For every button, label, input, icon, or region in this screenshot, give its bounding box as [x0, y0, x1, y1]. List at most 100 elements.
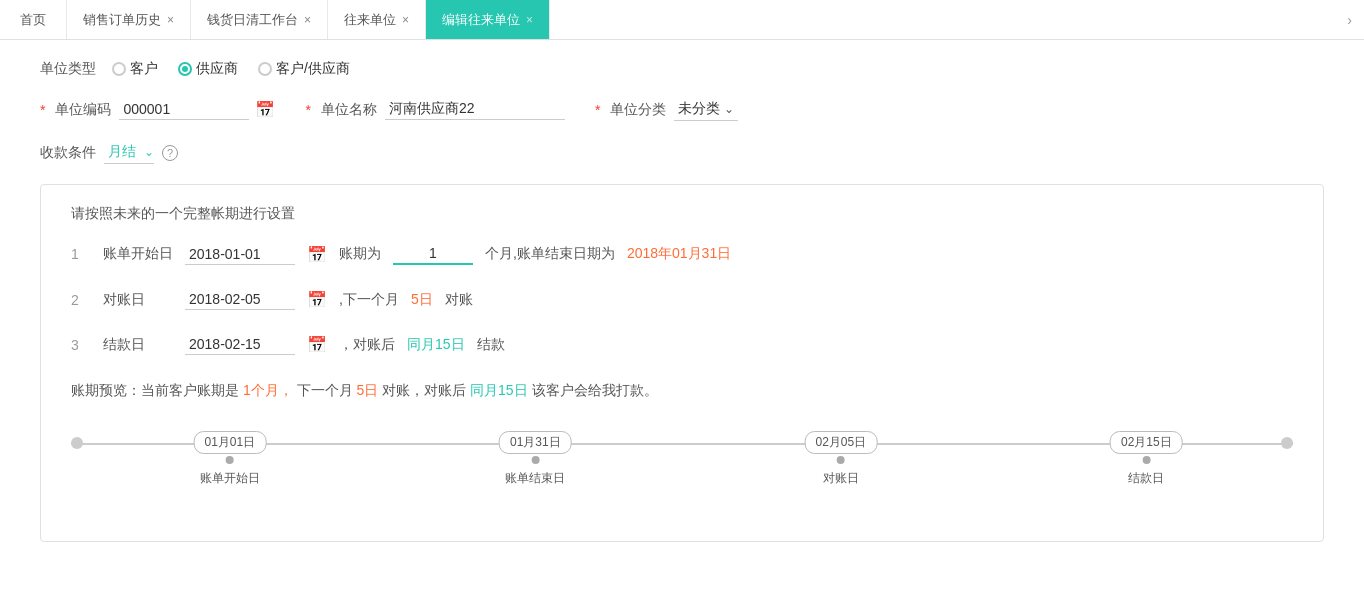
- tab-partner[interactable]: 往来单位 ×: [328, 0, 426, 39]
- timeline-node-2-dot: [531, 456, 539, 464]
- preview-h3: 同月15日: [470, 382, 528, 398]
- timeline-node-1-bubble: 01月01日: [194, 431, 267, 454]
- row-2-date-input[interactable]: [185, 289, 295, 310]
- payment-dropdown-icon: ⌄: [144, 145, 154, 159]
- row-2-text2: 对账: [445, 291, 473, 309]
- payment-label: 收款条件: [40, 144, 96, 162]
- timeline-node-2-bubble: 01月31日: [499, 431, 572, 454]
- timeline-node-3: 02月05日 对账日: [805, 431, 878, 487]
- timeline-node-3-bubble: 02月05日: [805, 431, 878, 454]
- tab-partner-close[interactable]: ×: [402, 13, 409, 27]
- unit-class-value: 未分类: [678, 100, 720, 118]
- row-1-label: 账单开始日: [103, 245, 173, 263]
- row-2-day: 5日: [411, 291, 433, 309]
- payment-row: 收款条件 月结 ⌄ ?: [40, 141, 1324, 164]
- tab-home-label: 首页: [20, 11, 46, 29]
- timeline-node-4-label: 结款日: [1128, 470, 1164, 487]
- main-content: 单位类型 客户 供应商 客户/供应商 * 单位编码 📅: [0, 40, 1364, 608]
- row-1-end-date: 2018年01月31日: [627, 245, 731, 263]
- row-2-label: 对账日: [103, 291, 173, 309]
- tab-sales-history[interactable]: 销售订单历史 ×: [67, 0, 191, 39]
- row-3-date-input[interactable]: [185, 334, 295, 355]
- unit-class-required: *: [595, 102, 600, 118]
- timeline-node-4: 02月15日 结款日: [1110, 431, 1183, 487]
- row-3-label: 结款日: [103, 336, 173, 354]
- tab-home[interactable]: 首页: [0, 0, 67, 39]
- radio-customer-label: 客户: [130, 60, 158, 78]
- row-1-num: 1: [71, 246, 91, 262]
- timeline-dot-start: [71, 437, 83, 449]
- preview-section: 账期预览：当前客户账期是 1个月， 下一个月 5日 对账，对账后 同月15日 该…: [71, 379, 1293, 401]
- timeline-node-1-dot: [226, 456, 234, 464]
- radio-customer[interactable]: 客户: [112, 60, 158, 78]
- timeline-node-2-label: 账单结束日: [505, 470, 565, 487]
- preview-text2: 下一个月: [297, 382, 353, 398]
- unit-name-label: 单位名称: [321, 101, 377, 119]
- row-3-text1: ，对账后: [339, 336, 395, 354]
- row-3-day: 同月15日: [407, 336, 465, 354]
- row-1-date-input[interactable]: [185, 244, 295, 265]
- radio-supplier-circle: [178, 62, 192, 76]
- tab-edit-partner-close[interactable]: ×: [526, 13, 533, 27]
- preview-h2: 5日: [356, 382, 378, 398]
- unit-code-calendar-icon[interactable]: 📅: [255, 100, 275, 119]
- radio-both-label: 客户/供应商: [276, 60, 350, 78]
- preview-label: 账期预览：当前客户账期是: [71, 382, 239, 398]
- timeline-node-3-label: 对账日: [823, 470, 859, 487]
- row-2-calendar-icon[interactable]: 📅: [307, 290, 327, 309]
- row-3-text2: 结款: [477, 336, 505, 354]
- tab-bar: 首页 销售订单历史 × 钱货日清工作台 × 往来单位 × 编辑往来单位 × ›: [0, 0, 1364, 40]
- unit-class-label: 单位分类: [610, 101, 666, 119]
- timeline-node-3-dot: [837, 456, 845, 464]
- tab-cashflow[interactable]: 钱货日清工作台 ×: [191, 0, 328, 39]
- tab-scroll-arrow[interactable]: ›: [1335, 0, 1364, 39]
- timeline-node-4-bubble: 02月15日: [1110, 431, 1183, 454]
- unit-type-row: 单位类型 客户 供应商 客户/供应商: [40, 60, 1324, 78]
- radio-customer-circle: [112, 62, 126, 76]
- setting-row-2: 2 对账日 📅 ,下一个月 5日 对账: [71, 289, 1293, 310]
- unit-code-input[interactable]: [119, 99, 249, 120]
- unit-code-label: 单位编码: [55, 101, 111, 119]
- unit-name-required: *: [305, 102, 310, 118]
- unit-code-field: 📅: [119, 99, 275, 120]
- unit-code-required: *: [40, 102, 45, 118]
- tab-sales-history-close[interactable]: ×: [167, 13, 174, 27]
- row-2-num: 2: [71, 292, 91, 308]
- radio-group: 客户 供应商 客户/供应商: [112, 60, 350, 78]
- timeline-node-1-label: 账单开始日: [200, 470, 260, 487]
- tab-cashflow-close[interactable]: ×: [304, 13, 311, 27]
- unit-class-dropdown-icon[interactable]: ⌄: [724, 102, 734, 116]
- tab-partner-label: 往来单位: [344, 11, 396, 29]
- tab-cashflow-label: 钱货日清工作台: [207, 11, 298, 29]
- payment-help-icon[interactable]: ?: [162, 145, 178, 161]
- row-1-calendar-icon[interactable]: 📅: [307, 245, 327, 264]
- preview-text3: 对账，对账后: [382, 382, 466, 398]
- timeline-node-2: 01月31日 账单结束日: [499, 431, 572, 487]
- payment-value: 月结: [104, 141, 140, 163]
- preview-text4: 该客户会给我打款。: [532, 382, 658, 398]
- setting-row-1: 1 账单开始日 📅 账期为 个月,账单结束日期为 2018年01月31日: [71, 243, 1293, 265]
- row-2-text1: ,下一个月: [339, 291, 399, 309]
- unit-info-row: * 单位编码 📅 * 单位名称 * 单位分类 未分类 ⌄: [40, 98, 1324, 121]
- tab-edit-partner-label: 编辑往来单位: [442, 11, 520, 29]
- payment-select[interactable]: 月结 ⌄: [104, 141, 154, 164]
- radio-both[interactable]: 客户/供应商: [258, 60, 350, 78]
- timeline-dot-end: [1281, 437, 1293, 449]
- row-3-num: 3: [71, 337, 91, 353]
- timeline-node-4-dot: [1142, 456, 1150, 464]
- timeline: 01月01日 账单开始日 01月31日 账单结束日 02月05日 对账日 02月…: [71, 431, 1293, 511]
- radio-supplier[interactable]: 供应商: [178, 60, 238, 78]
- settings-card: 请按照未来的一个完整帐期进行设置 1 账单开始日 📅 账期为 个月,账单结束日期…: [40, 184, 1324, 542]
- unit-type-label: 单位类型: [40, 60, 96, 78]
- tab-edit-partner[interactable]: 编辑往来单位 ×: [426, 0, 550, 39]
- setting-row-3: 3 结款日 📅 ，对账后 同月15日 结款: [71, 334, 1293, 355]
- radio-supplier-label: 供应商: [196, 60, 238, 78]
- radio-both-circle: [258, 62, 272, 76]
- tab-sales-history-label: 销售订单历史: [83, 11, 161, 29]
- timeline-node-1: 01月01日 账单开始日: [194, 431, 267, 487]
- card-title: 请按照未来的一个完整帐期进行设置: [71, 205, 1293, 223]
- row-3-calendar-icon[interactable]: 📅: [307, 335, 327, 354]
- preview-h1: 1个月，: [243, 382, 293, 398]
- period-input[interactable]: [393, 243, 473, 265]
- unit-name-input[interactable]: [385, 99, 565, 120]
